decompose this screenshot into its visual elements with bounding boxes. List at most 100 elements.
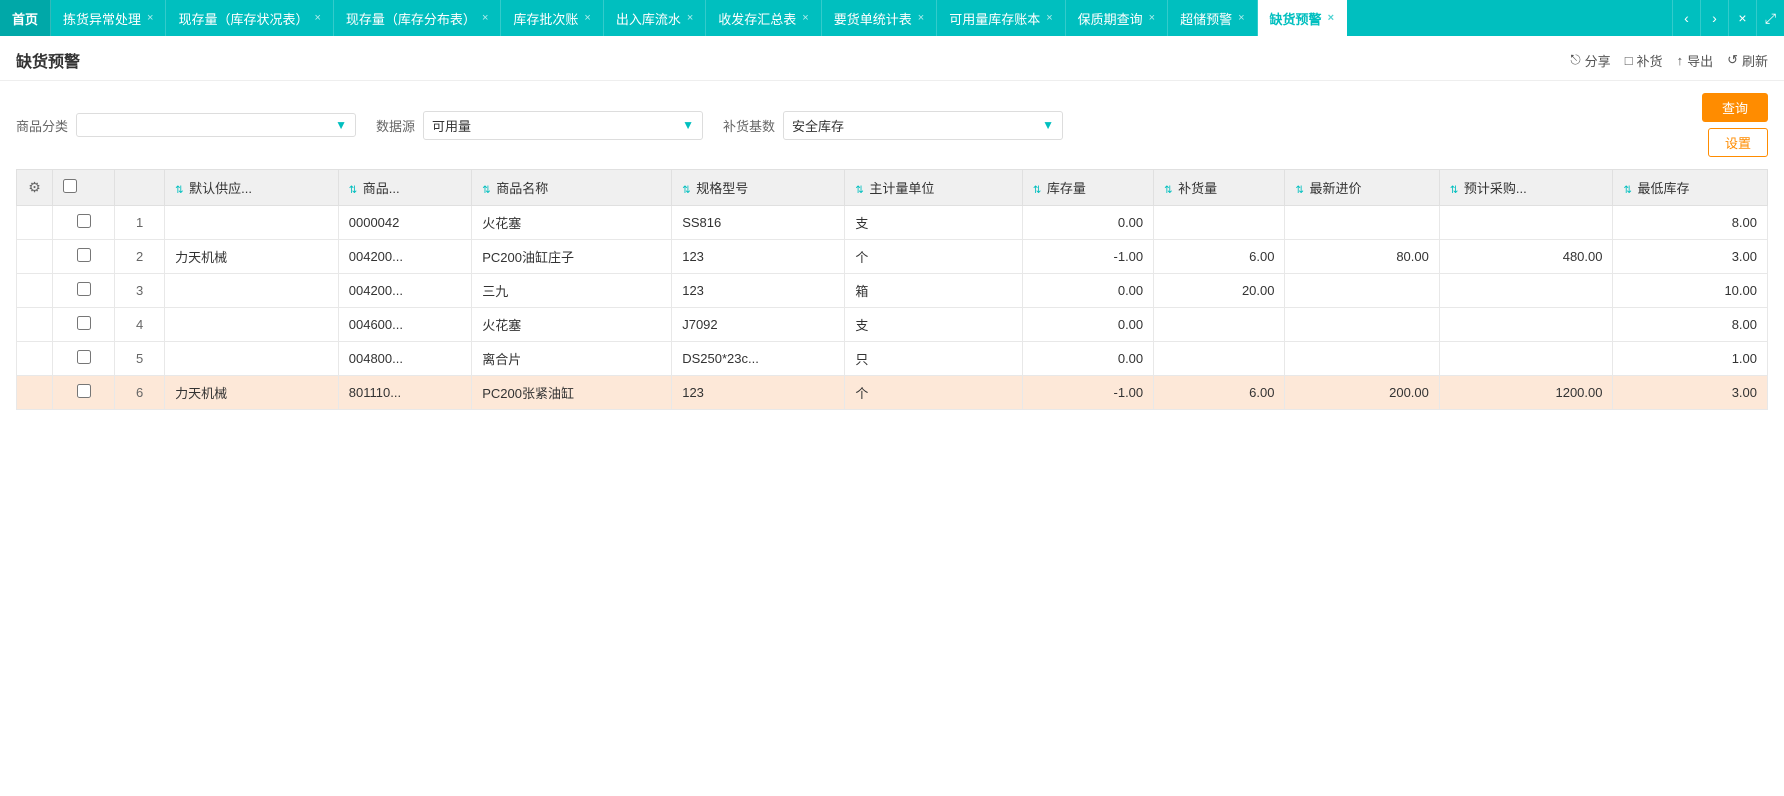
col-est-purchase[interactable]: ⇅ 预计采购... bbox=[1439, 170, 1613, 206]
tab-shortage[interactable]: 缺货预警 × bbox=[1258, 0, 1347, 36]
latest-price-sort-icon: ⇅ bbox=[1295, 185, 1303, 196]
select-all-checkbox[interactable] bbox=[63, 179, 77, 193]
row-gear-cell bbox=[17, 342, 53, 376]
col-goods-name[interactable]: ⇅ 商品名称 bbox=[472, 170, 672, 206]
tab-available-ledger-label: 可用量库存账本 bbox=[949, 9, 1040, 28]
row-replenish-cell bbox=[1154, 206, 1285, 240]
tab-expiry-query[interactable]: 保质期查询 × bbox=[1066, 0, 1168, 36]
tab-shortage-close[interactable]: × bbox=[1328, 12, 1334, 24]
tab-in-out-flow[interactable]: 出入库流水 × bbox=[604, 0, 706, 36]
tab-batch-account-close[interactable]: × bbox=[584, 12, 590, 24]
col-replenish[interactable]: ⇅ 补货量 bbox=[1154, 170, 1285, 206]
row-unit-cell: 只 bbox=[845, 342, 1022, 376]
col-spec[interactable]: ⇅ 规格型号 bbox=[672, 170, 845, 206]
col-goods-code[interactable]: ⇅ 商品... bbox=[338, 170, 471, 206]
export-button[interactable]: ↑ 导出 bbox=[1677, 51, 1714, 70]
settings-button[interactable]: 设置 bbox=[1708, 128, 1768, 157]
col-stock[interactable]: ⇅ 库存量 bbox=[1022, 170, 1153, 206]
export-icon: ↑ bbox=[1677, 53, 1684, 68]
tab-close-button[interactable]: × bbox=[1728, 0, 1756, 36]
tab-expiry-query-close[interactable]: × bbox=[1149, 12, 1155, 24]
row-checkbox-cell[interactable] bbox=[53, 308, 115, 342]
row-spec-cell: DS250*23c... bbox=[672, 342, 845, 376]
row-goods-code-cell: 004800... bbox=[338, 342, 471, 376]
tab-overstock-close[interactable]: × bbox=[1238, 12, 1244, 24]
row-stock-cell: 0.00 bbox=[1022, 206, 1153, 240]
datasource-filter-group: 数据源 可用量 ▼ bbox=[376, 111, 703, 140]
row-checkbox[interactable] bbox=[77, 384, 91, 398]
tab-inventory-status[interactable]: 现存量（库存状况表） × bbox=[166, 0, 333, 36]
tab-in-out-flow-close[interactable]: × bbox=[687, 12, 693, 24]
filter-actions: 查询 设置 bbox=[1702, 93, 1768, 157]
row-checkbox[interactable] bbox=[77, 248, 91, 262]
row-checkbox[interactable] bbox=[77, 316, 91, 330]
share-button[interactable]: ⎋ 分享 bbox=[1570, 51, 1610, 70]
row-checkbox-cell[interactable] bbox=[53, 342, 115, 376]
col-supplier[interactable]: ⇅ 默认供应... bbox=[165, 170, 339, 206]
query-button[interactable]: 查询 bbox=[1702, 93, 1768, 122]
col-min-stock[interactable]: ⇅ 最低库存 bbox=[1613, 170, 1768, 206]
row-replenish-cell bbox=[1154, 308, 1285, 342]
tab-receive-summary[interactable]: 收发存汇总表 × bbox=[706, 0, 821, 36]
category-select[interactable]: ▼ bbox=[76, 113, 356, 137]
tab-receive-summary-close[interactable]: × bbox=[802, 12, 808, 24]
row-gear-cell bbox=[17, 240, 53, 274]
row-spec-cell: 123 bbox=[672, 274, 845, 308]
gear-icon[interactable]: ⚙ bbox=[28, 179, 41, 195]
data-table: ⚙ ⇅ 默认供应... ⇅ 商品... ⇅ bbox=[16, 169, 1768, 410]
tab-fullscreen-button[interactable]: ⤢ bbox=[1756, 0, 1784, 36]
row-checkbox-cell[interactable] bbox=[53, 206, 115, 240]
min-stock-sort-icon: ⇅ bbox=[1623, 185, 1631, 196]
row-goods-name-cell: PC200油缸庄子 bbox=[472, 240, 672, 274]
tab-home-label: 首页 bbox=[12, 9, 38, 28]
row-goods-code-cell: 801110... bbox=[338, 376, 471, 410]
row-goods-name-cell: 离合片 bbox=[472, 342, 672, 376]
refresh-button[interactable]: ↺ 刷新 bbox=[1727, 51, 1768, 70]
replenish-button[interactable]: □ 补货 bbox=[1625, 51, 1663, 70]
export-label: 导出 bbox=[1687, 51, 1713, 70]
tab-abnormal[interactable]: 拣货异常处理 × bbox=[51, 0, 166, 36]
row-est-purchase-cell: 480.00 bbox=[1439, 240, 1613, 274]
replenish-icon: □ bbox=[1625, 53, 1633, 68]
row-checkbox[interactable] bbox=[77, 350, 91, 364]
col-gear[interactable]: ⚙ bbox=[17, 170, 53, 206]
row-checkbox[interactable] bbox=[77, 282, 91, 296]
row-checkbox-cell[interactable] bbox=[53, 376, 115, 410]
row-checkbox-cell[interactable] bbox=[53, 274, 115, 308]
tab-abnormal-close[interactable]: × bbox=[147, 12, 153, 24]
col-latest-price[interactable]: ⇅ 最新进价 bbox=[1285, 170, 1439, 206]
main-content: 缺货预警 ⎋ 分享 □ 补货 ↑ 导出 ↺ 刷新 商品分类 bbox=[0, 36, 1784, 796]
datasource-select[interactable]: 可用量 ▼ bbox=[423, 111, 703, 140]
replenish-base-select[interactable]: 安全库存 ▼ bbox=[783, 111, 1063, 140]
tab-next-button[interactable]: › bbox=[1700, 0, 1728, 36]
tab-batch-account[interactable]: 库存批次账 × bbox=[501, 0, 603, 36]
filter-bar: 商品分类 ▼ 数据源 可用量 ▼ 补货基数 安全库存 ▼ 查询 设置 bbox=[0, 81, 1784, 169]
tab-demand-stats[interactable]: 要货单统计表 × bbox=[822, 0, 937, 36]
col-rownum bbox=[115, 170, 165, 206]
row-min-stock-cell: 10.00 bbox=[1613, 274, 1768, 308]
tab-inventory-dist[interactable]: 现存量（库存分布表） × bbox=[334, 0, 501, 36]
tab-available-ledger[interactable]: 可用量库存账本 × bbox=[937, 0, 1065, 36]
row-latest-price-cell bbox=[1285, 342, 1439, 376]
row-checkbox[interactable] bbox=[77, 214, 91, 228]
tab-inventory-dist-close[interactable]: × bbox=[482, 12, 488, 24]
col-unit[interactable]: ⇅ 主计量单位 bbox=[845, 170, 1022, 206]
row-checkbox-cell[interactable] bbox=[53, 240, 115, 274]
tab-demand-stats-close[interactable]: × bbox=[918, 12, 924, 24]
row-supplier-cell: 力天机械 bbox=[165, 240, 339, 274]
table-wrapper: ⚙ ⇅ 默认供应... ⇅ 商品... ⇅ bbox=[0, 169, 1784, 410]
tab-prev-button[interactable]: ‹ bbox=[1672, 0, 1700, 36]
est-purchase-sort-icon: ⇅ bbox=[1450, 185, 1458, 196]
row-gear-cell bbox=[17, 206, 53, 240]
row-spec-cell: SS816 bbox=[672, 206, 845, 240]
row-min-stock-cell: 8.00 bbox=[1613, 308, 1768, 342]
row-unit-cell: 个 bbox=[845, 376, 1022, 410]
row-latest-price-cell: 200.00 bbox=[1285, 376, 1439, 410]
col-checkbox-header[interactable] bbox=[53, 170, 115, 206]
tab-overstock[interactable]: 超储预警 × bbox=[1168, 0, 1257, 36]
tab-inventory-status-close[interactable]: × bbox=[314, 12, 320, 24]
row-goods-code-cell: 0000042 bbox=[338, 206, 471, 240]
tab-home[interactable]: 首页 bbox=[0, 0, 51, 36]
tab-available-ledger-close[interactable]: × bbox=[1046, 12, 1052, 24]
row-num-cell: 2 bbox=[115, 240, 165, 274]
